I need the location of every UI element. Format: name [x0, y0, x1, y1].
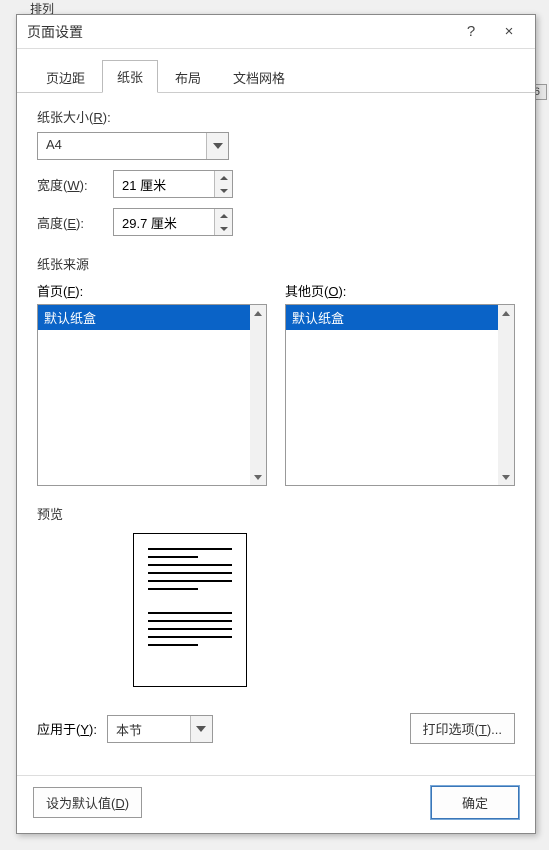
chevron-up-icon — [220, 176, 228, 180]
first-page-listbox[interactable]: 默认纸盒 — [37, 304, 267, 486]
preview-line — [148, 612, 232, 614]
chevron-down-icon — [502, 475, 510, 480]
set-default-button[interactable]: 设为默认值(D) — [33, 787, 142, 818]
scroll-up-button[interactable] — [250, 305, 266, 321]
chevron-down-icon — [213, 143, 223, 149]
height-spin-down[interactable] — [215, 222, 232, 235]
dialog-footer: 设为默认值(D) 确定 — [17, 775, 535, 833]
preview-line — [148, 548, 232, 550]
dialog-title: 页面设置 — [27, 22, 453, 42]
apply-to-value: 本节 — [108, 716, 190, 742]
preview-line — [148, 572, 232, 574]
height-spin-buttons — [214, 209, 232, 235]
paper-size-dropdown-button[interactable] — [206, 133, 228, 159]
apply-to-label: 应用于(Y): — [37, 719, 97, 738]
preview-label: 预览 — [37, 504, 515, 523]
width-label: 宽度(W): — [37, 175, 103, 194]
list-item[interactable]: 默认纸盒 — [286, 305, 498, 330]
height-spinner[interactable]: 29.7 厘米 — [113, 208, 233, 236]
paper-size-value: A4 — [38, 133, 206, 159]
chevron-down-icon — [220, 227, 228, 231]
dialog-titlebar: 页面设置 ? × — [17, 15, 535, 49]
other-pages-scrollbar[interactable] — [498, 305, 514, 485]
chevron-up-icon — [220, 214, 228, 218]
height-label: 高度(E): — [37, 213, 103, 232]
chevron-down-icon — [220, 189, 228, 193]
paper-size-label-tail: ): — [103, 110, 111, 125]
help-button[interactable]: ? — [453, 23, 489, 40]
width-spin-buttons — [214, 171, 232, 197]
paper-size-access-key: R — [93, 110, 102, 125]
tab-paper[interactable]: 纸张 — [102, 60, 158, 93]
first-page-label: 首页(F): — [37, 281, 267, 300]
tab-layout[interactable]: 布局 — [160, 61, 216, 93]
preview-line — [148, 556, 198, 558]
width-spin-up[interactable] — [215, 171, 232, 184]
apply-to-combo[interactable]: 本节 — [107, 715, 213, 743]
dialog-content: 纸张大小(R): A4 宽度(W): 21 厘米 高度(E): — [17, 93, 535, 775]
close-button[interactable]: × — [489, 23, 529, 40]
scroll-track[interactable] — [498, 321, 514, 469]
preview-line — [148, 588, 198, 590]
scroll-track[interactable] — [250, 321, 266, 469]
width-spin-down[interactable] — [215, 184, 232, 197]
tab-document-grid[interactable]: 文档网格 — [218, 61, 300, 93]
scroll-down-button[interactable] — [250, 469, 266, 485]
chevron-down-icon — [196, 726, 206, 732]
paper-size-combo[interactable]: A4 — [37, 132, 229, 160]
preview-line — [148, 620, 232, 622]
other-pages-listbox[interactable]: 默认纸盒 — [285, 304, 515, 486]
preview-gap — [148, 596, 232, 606]
preview-line — [148, 644, 198, 646]
chevron-up-icon — [502, 311, 510, 316]
paper-size-label: 纸张大小(R): — [37, 107, 515, 126]
preview-line — [148, 580, 232, 582]
preview-canvas — [133, 533, 247, 687]
other-pages-label: 其他页(O): — [285, 281, 515, 300]
paper-source-label: 纸张来源 — [37, 254, 515, 273]
page-setup-dialog: 页面设置 ? × 页边距 纸张 布局 文档网格 纸张大小(R): A4 宽度(W… — [16, 14, 536, 834]
height-value[interactable]: 29.7 厘米 — [114, 209, 214, 235]
ok-button[interactable]: 确定 — [431, 786, 519, 819]
preview-line — [148, 636, 232, 638]
apply-to-dropdown-button[interactable] — [190, 716, 212, 742]
chevron-down-icon — [254, 475, 262, 480]
list-item[interactable]: 默认纸盒 — [38, 305, 250, 330]
width-value[interactable]: 21 厘米 — [114, 171, 214, 197]
chevron-up-icon — [254, 311, 262, 316]
dialog-tabs: 页边距 纸张 布局 文档网格 — [17, 49, 535, 93]
width-spinner[interactable]: 21 厘米 — [113, 170, 233, 198]
height-spin-up[interactable] — [215, 209, 232, 222]
tab-margins[interactable]: 页边距 — [31, 61, 100, 93]
scroll-up-button[interactable] — [498, 305, 514, 321]
first-page-scrollbar[interactable] — [250, 305, 266, 485]
preview-line — [148, 628, 232, 630]
preview-line — [148, 564, 232, 566]
scroll-down-button[interactable] — [498, 469, 514, 485]
paper-size-label-text: 纸张大小( — [37, 110, 93, 125]
print-options-button[interactable]: 打印选项(T)... — [410, 713, 515, 744]
